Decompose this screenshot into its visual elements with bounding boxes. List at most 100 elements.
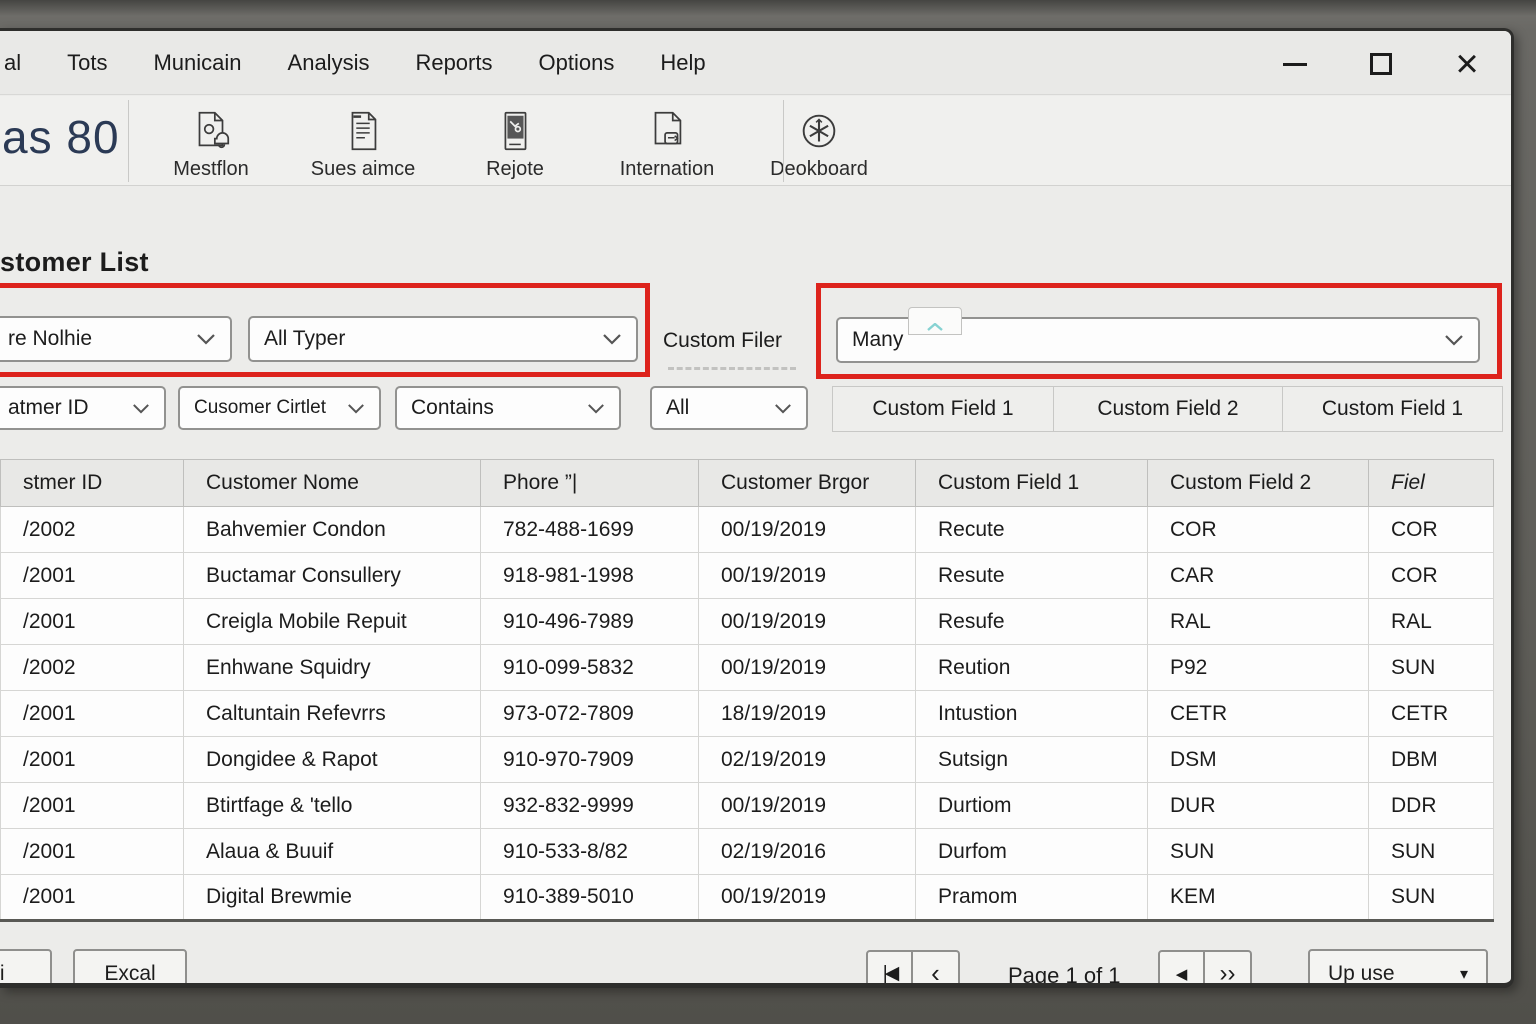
table-cell: 18/19/2019 (698, 690, 916, 737)
table-row[interactable]: /2001 Buctamar Consullery 918-981-1998 00/1… (0, 552, 1494, 599)
chevron-down-icon (602, 333, 622, 345)
menu-item-reports[interactable]: Reports (415, 50, 492, 76)
name-filter-dropdown[interactable]: re Nolhie (0, 316, 232, 362)
table-cell: Bahvemier Condon (183, 506, 481, 553)
table-cell: COR (1147, 506, 1369, 553)
menu-item-municain[interactable]: Municain (153, 50, 241, 76)
table-cell: 910-099-5832 (480, 644, 699, 691)
table-cell: Recute (915, 506, 1148, 553)
app-window: al Tots Municain Analysis Reports Options Help… (0, 28, 1514, 988)
table-cell: CETR (1368, 690, 1494, 737)
minimize-button[interactable] (1275, 44, 1315, 84)
table-cell: 02/19/2019 (698, 736, 916, 783)
desktop: al Tots Municain Analysis Reports Options Help… (0, 0, 1536, 1024)
toolbar-button-label: Rejote (486, 158, 544, 180)
customer-table: stmer ID Customer Nome Phore ”| Customer Br… (0, 459, 1494, 922)
menu-item-analysis[interactable]: Analysis (288, 50, 370, 76)
page-title: stomer List (0, 247, 149, 277)
column-header-customer-brgor[interactable]: Customer Brgor (698, 459, 916, 507)
table-row[interactable]: /2001 Caltuntain Refevrrs 973-072-7809 18/1… (0, 690, 1494, 737)
table-cell: 02/19/2016 (698, 828, 916, 875)
pager-group-right: ◀ ›› (1158, 950, 1252, 983)
toolbar-button-sues-aimce[interactable]: Sues aimce (302, 100, 424, 184)
column-header-stmer-id[interactable]: stmer ID (0, 459, 184, 507)
table-cell: Pramom (915, 874, 1148, 921)
table-row[interactable]: /2001 Btirtfage & 'tello 932-832-9999 00/19… (0, 782, 1494, 829)
toolbar-button-label: Sues aimce (310, 158, 416, 180)
toolbar-button-mestflon[interactable]: Mestflon (150, 100, 272, 184)
excel-export-button[interactable]: Excal (73, 949, 187, 985)
chevron-down-icon (132, 403, 150, 414)
table-cell: 00/19/2019 (698, 552, 916, 599)
table-row[interactable]: /2002 Enhwane Squidry 910-099-5832 00/19/20… (0, 644, 1494, 691)
doc-copy-icon (644, 106, 690, 156)
table-cell: /2001 (0, 552, 184, 599)
field-selector-dropdown[interactable]: atmer ID (0, 386, 166, 430)
table-cell: 00/19/2019 (698, 782, 916, 829)
partial-button[interactable]: sfi (0, 949, 52, 983)
chevron-down-icon (196, 333, 216, 345)
table-cell: Alaua & Buuif (183, 828, 481, 875)
toolbar-button-label: Internation (619, 158, 715, 180)
toolbar: as 80 Mestflon Sues aimce Rejote Internatio… (0, 96, 1511, 186)
table-row[interactable]: /2001 Creigla Mobile Repuit 910-496-7989 00… (0, 598, 1494, 645)
table-cell: Enhwane Squidry (183, 644, 481, 691)
customer-table-wrap: stmer ID Customer Nome Phore ”| Customer Br… (0, 459, 1494, 922)
column-header-fiel[interactable]: Fiel (1368, 459, 1494, 507)
table-cell: Resufe (915, 598, 1148, 645)
table-row[interactable]: /2001 Digital Brewmie 910-389-5010 00/19/20… (0, 874, 1494, 921)
column-selector-dropdown[interactable]: Cusomer Cirtlet (178, 386, 381, 430)
last-page-button[interactable]: ›› (1205, 950, 1252, 983)
toolbar-button-deokboard[interactable]: Deokboard (758, 100, 880, 184)
previous-page-icon: ‹ (931, 958, 940, 988)
table-cell: 00/19/2019 (698, 874, 916, 921)
pager-group-left: |◀ ‹ (866, 950, 960, 988)
toolbar-buttons: Mestflon Sues aimce Rejote Internation Deokb… (150, 100, 880, 184)
scope-selector-dropdown[interactable]: All (650, 386, 808, 430)
caret-down-icon: ▾ (1459, 966, 1468, 983)
column-header-custom-field-1[interactable]: Custom Field 1 (915, 459, 1148, 507)
table-cell: Reution (915, 644, 1148, 691)
previous-page-button[interactable]: ‹ (913, 950, 960, 988)
column-selector-value: Cusomer Cirtlet (194, 397, 326, 418)
table-row[interactable]: /2001 Alaua & Buuif 910-533-8/82 02/19/2016… (0, 828, 1494, 875)
table-cell: Btirtfage & 'tello (183, 782, 481, 829)
column-header-custom-field-2[interactable]: Custom Field 2 (1147, 459, 1369, 507)
table-row[interactable]: /2002 Bahvemier Condon 782-488-1699 00/19/2… (0, 506, 1494, 553)
custom-field-segment-1[interactable]: Custom Field 1 (832, 386, 1054, 432)
menu-item-al[interactable]: al (4, 50, 21, 76)
name-filter-value: re Nolhie (8, 327, 93, 350)
operator-selector-dropdown[interactable]: Contains (395, 386, 621, 430)
toolbar-divider (783, 100, 784, 182)
first-page-button[interactable]: |◀ (866, 950, 913, 983)
dashes-decoration (668, 367, 796, 370)
table-cell: SUN (1368, 828, 1494, 875)
excel-button-label: Excal (104, 962, 156, 985)
table-row[interactable]: /2001 Dongidee & Rapot 910-970-7909 02/19/2… (0, 736, 1494, 783)
table-cell: /2001 (0, 598, 184, 645)
teal-caret-icon (927, 323, 943, 331)
maximize-button[interactable] (1361, 44, 1401, 84)
column-header-phore[interactable]: Phore ”| (480, 459, 699, 507)
table-cell: Durfom (915, 828, 1148, 875)
app-brand: as 80 (2, 111, 120, 163)
up-use-dropdown-button[interactable]: Up use ▾ (1308, 949, 1488, 983)
menu-item-help[interactable]: Help (660, 50, 705, 76)
menu-item-options[interactable]: Options (539, 50, 615, 76)
toolbar-button-internation[interactable]: Internation (606, 100, 728, 184)
column-header-customer-nome[interactable]: Customer Nome (183, 459, 481, 507)
toolbar-button-rejote[interactable]: Rejote (454, 100, 576, 184)
table-header-row: stmer ID Customer Nome Phore ”| Customer Br… (0, 459, 1494, 507)
custom-field-segment-3[interactable]: Custom Field 1 (1282, 386, 1503, 432)
table-cell: DDR (1368, 782, 1494, 829)
table-cell: Resute (915, 552, 1148, 599)
type-filter-dropdown[interactable]: All Typer (248, 316, 638, 362)
menu-item-tots[interactable]: Tots (67, 50, 107, 76)
close-button[interactable]: × (1447, 44, 1487, 84)
table-cell: 00/19/2019 (698, 506, 916, 553)
minimize-icon (1283, 62, 1307, 66)
toolbar-button-label: Mestflon (173, 158, 249, 180)
maximize-icon (1370, 53, 1392, 75)
custom-field-segment-2[interactable]: Custom Field 2 (1053, 386, 1283, 432)
next-page-button[interactable]: ◀ (1158, 950, 1205, 983)
